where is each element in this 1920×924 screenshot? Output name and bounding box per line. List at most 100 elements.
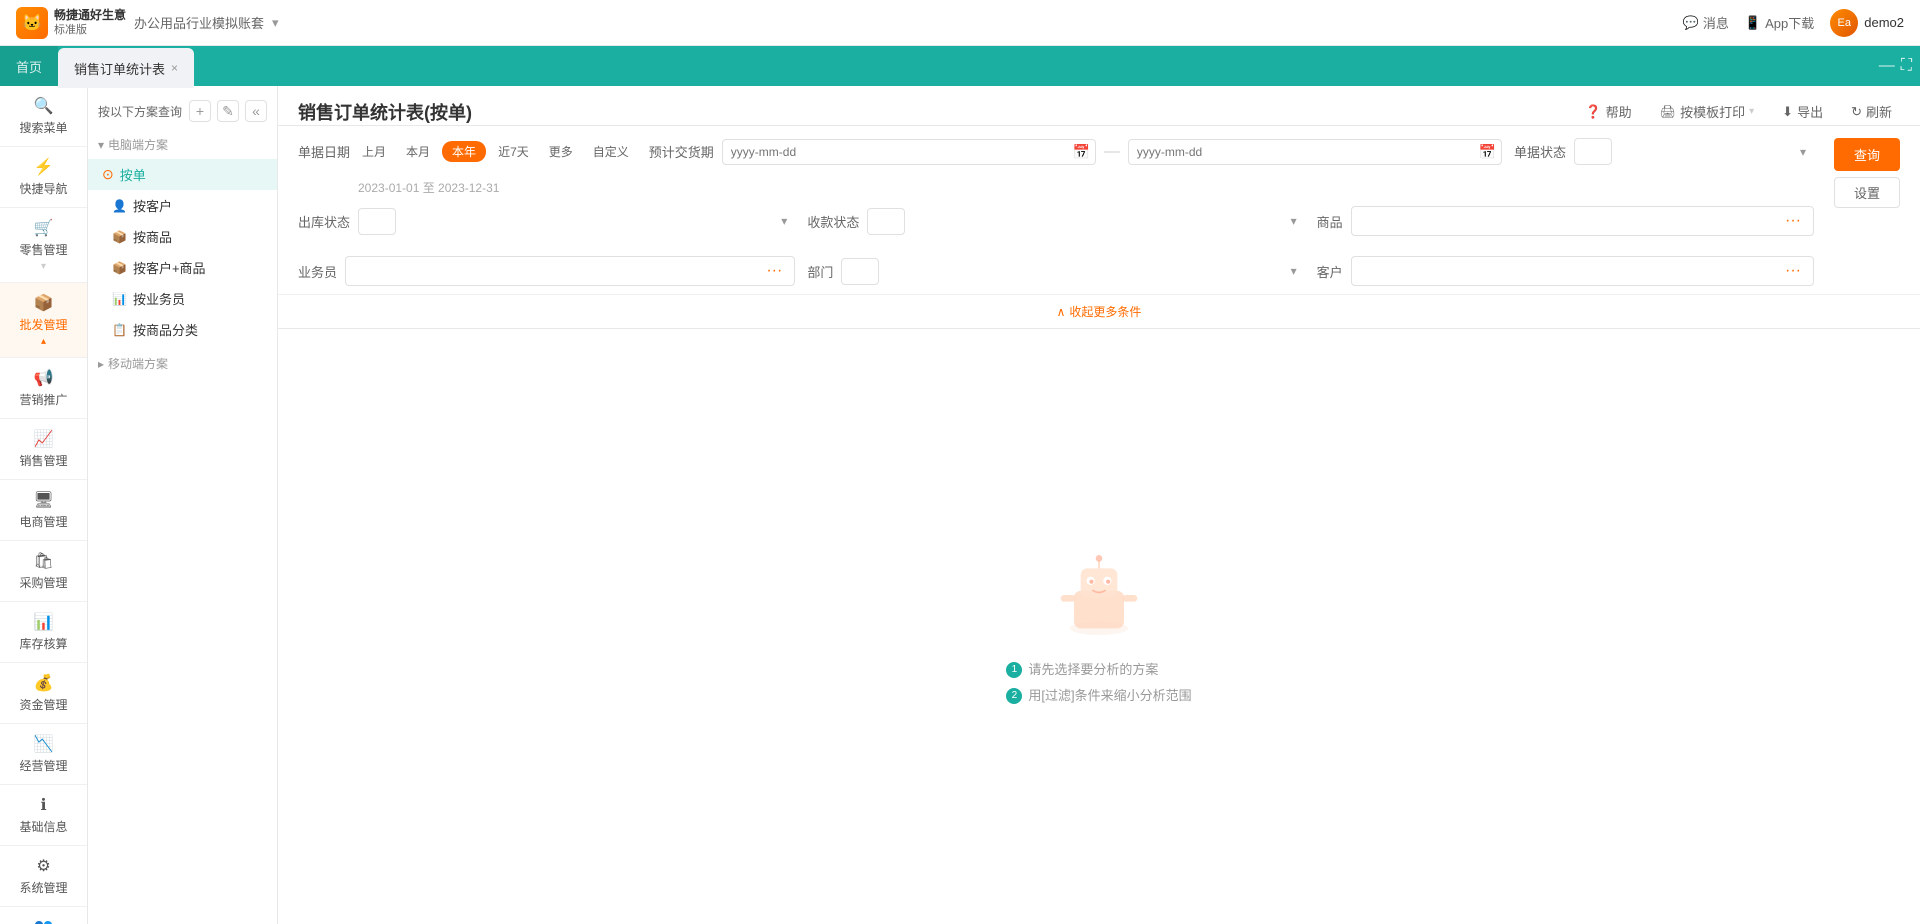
page-title: 销售订单统计表(按单)	[298, 99, 472, 125]
refresh-button[interactable]: ↻ 刷新	[1843, 98, 1900, 125]
sidebar-item-operation[interactable]: 📉 经营管理	[0, 724, 87, 785]
collapse-icon: ∧	[1057, 305, 1066, 319]
sidebar-item-label: 经营管理	[19, 757, 67, 774]
app-title: 办公用品行业模拟账套	[134, 13, 264, 32]
sidebar-item-wholesale[interactable]: 📦 批发管理 ▴	[0, 283, 87, 358]
date-btn-custom[interactable]: 自定义	[585, 139, 637, 164]
scheme-customer-icon: 👤	[112, 199, 127, 213]
purchase-icon: 🛍	[33, 551, 53, 571]
receipt-label: 收款状态	[807, 212, 859, 231]
tab-close-button[interactable]: ×	[171, 61, 178, 75]
tree-parent-pc[interactable]: ▾ 电脑端方案	[88, 130, 277, 159]
user-area[interactable]: Ea demo2	[1830, 9, 1904, 37]
outbound-select[interactable]	[358, 208, 396, 235]
tree-item-by-category[interactable]: 📋 按商品分类	[88, 314, 277, 345]
scheme-circle-icon: ⊙	[102, 166, 114, 183]
sidebar-item-retail[interactable]: 🛒 零售管理 ▾	[0, 208, 87, 283]
goods-filter-group: 商品 ···	[1317, 206, 1814, 236]
left-panel: 按以下方案查询 + ✎ « ▾ 电脑端方案 ⊙ 按单 👤 按客户 📦 按商品 📦…	[88, 86, 278, 924]
help-button[interactable]: ❓ 帮助	[1577, 98, 1639, 125]
edit-scheme-button[interactable]: ✎	[217, 100, 239, 122]
app-download-button[interactable]: 📱 App下载	[1745, 13, 1814, 32]
title-dropdown-icon[interactable]: ▾	[272, 15, 279, 31]
outbound-filter-group: 出库状态	[298, 208, 795, 235]
sidebar-item-inventory[interactable]: 📊 库存核算	[0, 602, 87, 663]
expected-date-end-input[interactable]	[1128, 139, 1502, 165]
collab-icon: 👥	[34, 917, 54, 924]
tree-item-by-customer[interactable]: 👤 按客户	[88, 190, 277, 221]
add-scheme-button[interactable]: +	[189, 100, 211, 122]
tree-expand-icon-mobile: ▸	[98, 357, 104, 371]
sidebar-item-basic[interactable]: ℹ 基础信息	[0, 785, 87, 846]
operation-icon: 📉	[34, 734, 54, 754]
tab-home[interactable]: 首页	[0, 46, 58, 86]
receipt-select-wrapper	[867, 208, 1304, 235]
tree-item-by-staff[interactable]: 📊 按业务员	[88, 283, 277, 314]
download-icon: 📱	[1745, 15, 1761, 31]
query-button[interactable]: 查询	[1834, 138, 1900, 171]
sidebar-item-label: 基础信息	[19, 818, 67, 835]
sidebar-item-ecommerce[interactable]: 🖥 电商管理	[0, 480, 87, 541]
main-content: 销售订单统计表(按单) ❓ 帮助 🖨 按模板打印 ▾ ⬇ 导出 ↻ 刷新	[278, 86, 1920, 924]
expand-icon: ▾	[41, 261, 46, 272]
tip-num-1: 1	[1006, 662, 1022, 678]
tab-active[interactable]: 销售订单统计表 ×	[58, 48, 194, 88]
date-btn-more[interactable]: 更多	[541, 139, 581, 164]
sidebar-item-sales[interactable]: 📈 销售管理	[0, 419, 87, 480]
settings-button[interactable]: 设置	[1834, 177, 1900, 208]
logo-icon: 🐱	[16, 7, 48, 39]
staff-label: 业务员	[298, 262, 337, 281]
sidebar-item-label: 资金管理	[19, 696, 67, 713]
collapse-panel-button[interactable]: «	[245, 100, 267, 122]
retail-icon: 🛒	[34, 218, 54, 238]
date-btn-last-7days[interactable]: 近7天	[490, 139, 537, 164]
sidebar-item-label: 销售管理	[19, 452, 67, 469]
tree-item-by-customer-goods[interactable]: 📦 按客户+商品	[88, 252, 277, 283]
expected-date-end-wrapper: 📅	[1128, 139, 1502, 165]
active-tab-label: 销售订单统计表	[74, 59, 165, 78]
tree-item-label: 按商品	[133, 227, 172, 246]
date-btn-last-month[interactable]: 上月	[354, 139, 394, 164]
tree-parent-mobile[interactable]: ▸ 移动端方案	[88, 349, 277, 378]
scheme-staff-icon: 📊	[112, 292, 127, 306]
date-label: 单据日期	[298, 142, 350, 161]
tree-item-by-order[interactable]: ⊙ 按单	[88, 159, 277, 190]
staff-input-area[interactable]: ···	[345, 256, 795, 286]
customer-more-button[interactable]: ···	[1781, 262, 1805, 280]
message-button[interactable]: 💬 消息	[1683, 13, 1729, 32]
export-button[interactable]: ⬇ 导出	[1774, 98, 1831, 125]
top-bar: 🐱 畅捷通好生意 标准版 办公用品行业模拟账套 ▾ 💬 消息 📱 App下载 E…	[0, 0, 1920, 46]
staff-filter-group: 业务员 ···	[298, 256, 795, 286]
date-btn-this-year[interactable]: 本年	[442, 141, 486, 162]
date-separator: —	[1104, 143, 1120, 161]
sidebar-item-search[interactable]: 🔍 搜索菜单	[0, 86, 87, 147]
dept-select[interactable]	[841, 258, 879, 285]
sidebar-item-label: 批发管理	[19, 316, 67, 333]
sidebar-item-finance[interactable]: 💰 资金管理	[0, 663, 87, 724]
sidebar-item-marketing[interactable]: 📢 营销推广	[0, 358, 87, 419]
print-button[interactable]: 🖨 按模板打印 ▾	[1652, 98, 1763, 125]
expected-date-start-input[interactable]	[722, 139, 1096, 165]
tab-bar-controls: — ⛶	[1871, 57, 1920, 75]
tab-minimize-button[interactable]: —	[1879, 57, 1895, 75]
receipt-filter-group: 收款状态	[807, 208, 1304, 235]
staff-more-button[interactable]: ···	[762, 262, 786, 280]
goods-more-button[interactable]: ···	[1781, 212, 1805, 230]
tab-maximize-button[interactable]: ⛶	[1901, 57, 1912, 75]
sidebar-item-collab[interactable]: 👥 企业协同	[0, 907, 87, 924]
sidebar-item-purchase[interactable]: 🛍 采购管理	[0, 541, 87, 602]
tree-item-by-goods[interactable]: 📦 按商品	[88, 221, 277, 252]
empty-state: 1 请先选择要分析的方案 2 用[过滤]条件来缩小分析范围	[278, 329, 1920, 924]
goods-input-area[interactable]: ···	[1351, 206, 1814, 236]
sidebar-item-nav[interactable]: ⚡ 快捷导航	[0, 147, 87, 208]
filter-row-1: 单据日期 上月 本月 本年 近7天 更多 自定义 预计交货期	[298, 138, 1814, 165]
help-icon: ❓	[1585, 104, 1601, 120]
sidebar-item-system[interactable]: ⚙ 系统管理	[0, 846, 87, 907]
print-icon: 🖨	[1660, 104, 1677, 120]
receipt-select[interactable]	[867, 208, 905, 235]
status-select[interactable]	[1574, 138, 1612, 165]
date-btn-this-month[interactable]: 本月	[398, 139, 438, 164]
status-select-wrapper	[1574, 138, 1814, 165]
customer-input-area[interactable]: ···	[1351, 256, 1814, 286]
collapse-bar[interactable]: ∧ 收起更多条件	[278, 294, 1920, 328]
